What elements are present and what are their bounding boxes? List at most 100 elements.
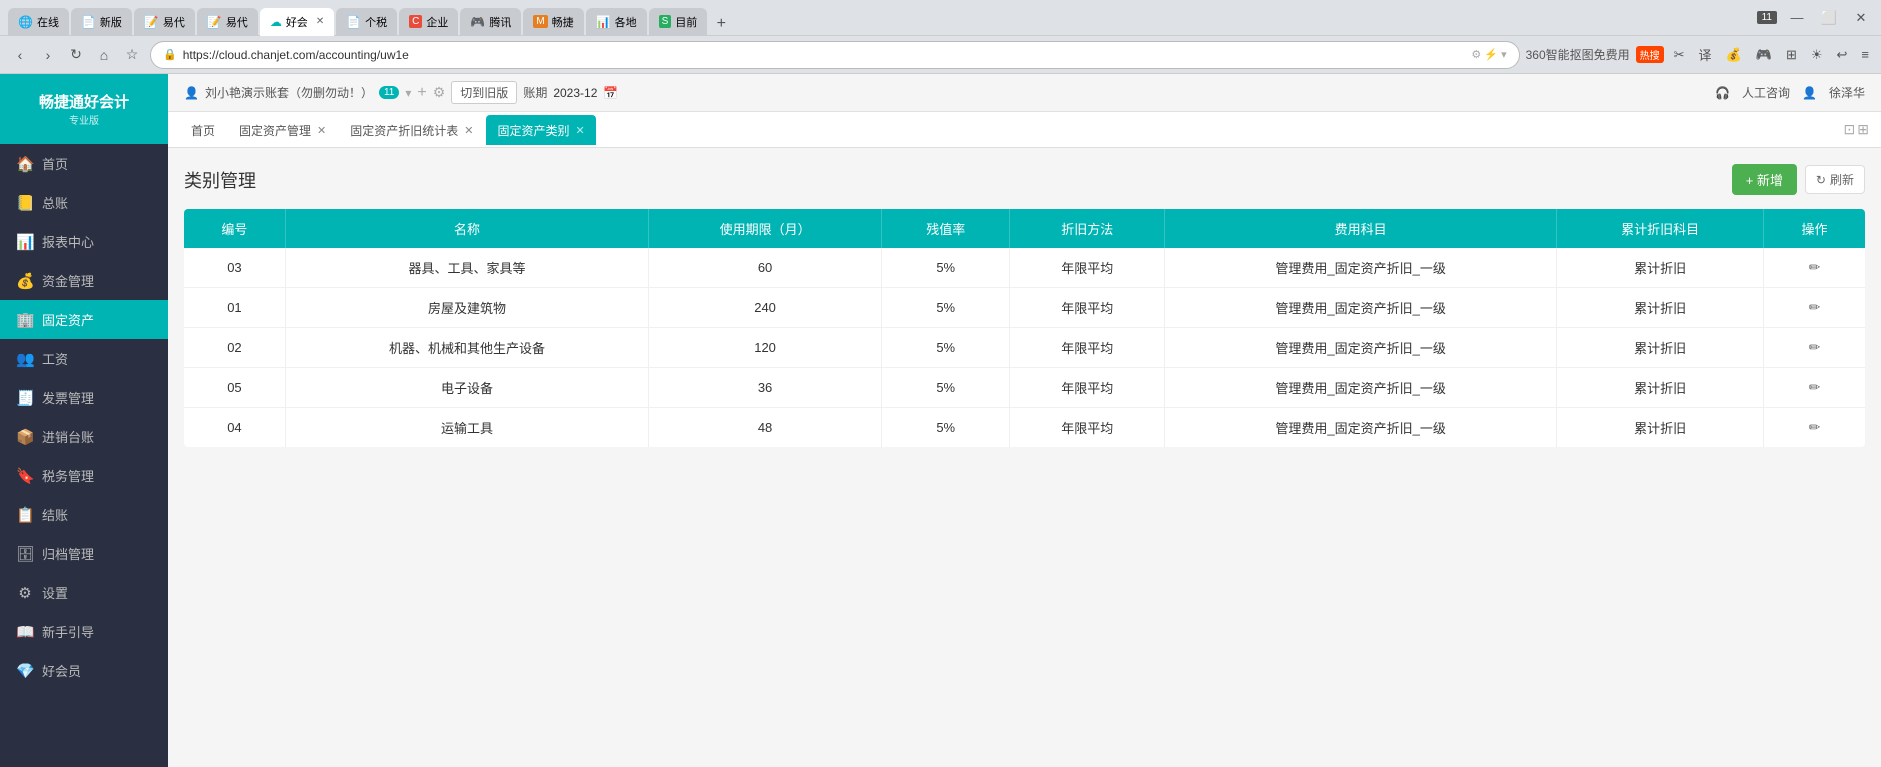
cell-method-1: 年限平均 [1010,288,1165,328]
lock-icon: 🔒 [163,48,177,61]
cell-period-4: 48 [649,408,882,448]
sidebar-item-inventory[interactable]: 📦 进销台账 [0,417,168,456]
badge-count: 11 [1757,11,1777,24]
add-category-button[interactable]: + 新增 [1732,164,1797,195]
browser-tab-0[interactable]: 🌐 在线 [8,8,69,36]
edit-icon-4[interactable]: ✏ [1809,419,1821,435]
browser-tab-10[interactable]: S 目前 [649,8,708,36]
table-body: 03 器具、工具、家具等 60 5% 年限平均 管理费用_固定资产折旧_一级 累… [184,248,1865,447]
address-bar[interactable]: 🔒 https://cloud.chanjet.com/accounting/u… [150,41,1520,69]
edit-icon-2[interactable]: ✏ [1809,339,1821,355]
cell-id-2: 02 [184,328,285,368]
cell-expense-1: 管理费用_固定资产折旧_一级 [1165,288,1557,328]
game-icon[interactable]: 🎮 [1752,45,1776,65]
tab-depreciation-stat[interactable]: 固定资产折旧统计表 ✕ [339,115,484,145]
cell-action-4: ✏ [1764,408,1865,448]
table-row: 04 运输工具 48 5% 年限平均 管理费用_固定资产折旧_一级 累计折旧 ✏ [184,408,1865,448]
browser-tab-4[interactable]: ☁ 好会 ✕ [260,8,334,36]
tab-close-4[interactable]: ✕ [316,16,324,27]
cell-method-4: 年限平均 [1010,408,1165,448]
browser-tab-5[interactable]: 📄 个税 [336,8,397,36]
sidebar-item-funds[interactable]: 💰 资金管理 [0,261,168,300]
sidebar-item-settings[interactable]: ⚙ 设置 [0,573,168,612]
tax-icon: 🔖 [16,467,34,485]
browser-tab-9[interactable]: 📊 各地 [586,8,647,36]
tab-shrink-icon[interactable]: ⊡ [1844,121,1856,138]
support-label[interactable]: 人工咨询 [1742,84,1790,101]
forward-button[interactable]: › [36,43,60,67]
tab-home[interactable]: 首页 [180,115,226,145]
browser-tab-3[interactable]: 📝 易代 [197,8,258,36]
col-header-name: 名称 [285,209,648,248]
sidebar-item-home[interactable]: 🏠 首页 [0,144,168,183]
user-info: 👤 刘小艳演示账套（勿删勿动！） 11 ▾ + ⚙ 切到旧版 账期 2023-1… [184,81,1703,104]
settings-gear-icon[interactable]: ⚙ [433,84,446,101]
sidebar-item-reports[interactable]: 📊 报表中心 [0,222,168,261]
cell-accum-1: 累计折旧 [1557,288,1764,328]
cell-action-1: ✏ [1764,288,1865,328]
undo-icon[interactable]: ↩ [1833,45,1852,65]
tab-asset-category[interactable]: 固定资产类别 ✕ [486,115,595,145]
sidebar-nav: 🏠 首页 📒 总账 📊 报表中心 💰 资金管理 🏢 固定资产 👥 工资 [0,144,168,767]
sidebar-item-closing[interactable]: 📋 结账 [0,495,168,534]
cell-action-3: ✏ [1764,368,1865,408]
calendar-icon[interactable]: 📅 [603,86,618,100]
browser-tab-6[interactable]: C 企业 [399,8,458,36]
sidebar-item-tax[interactable]: 🔖 税务管理 [0,456,168,495]
sidebar-item-invoices[interactable]: 🧾 发票管理 [0,378,168,417]
browser-tab-8[interactable]: M 畅捷 [523,8,583,36]
edit-icon-1[interactable]: ✏ [1809,299,1821,315]
sidebar-item-fixed-assets[interactable]: 🏢 固定资产 [0,300,168,339]
cell-method-0: 年限平均 [1010,248,1165,288]
edit-icon-3[interactable]: ✏ [1809,379,1821,395]
refresh-button[interactable]: ↻ 刷新 [1805,165,1865,194]
sidebar-item-tutorial[interactable]: 📖 新手引导 [0,612,168,651]
bookmark-button[interactable]: ☆ [120,43,144,67]
address-tools-icon: ⚙ ⚡ ▾ [1471,48,1506,61]
browser-tab-1[interactable]: 📄 新版 [71,8,132,36]
membership-icon: 💎 [16,662,34,680]
tab-close-asset-category[interactable]: ✕ [576,124,585,137]
menu-icon[interactable]: ≡ [1857,45,1873,64]
tab-close-depreciation-stat[interactable]: ✕ [464,124,473,137]
cell-id-3: 05 [184,368,285,408]
sidebar-item-ledger[interactable]: 📒 总账 [0,183,168,222]
cell-rate-3: 5% [881,368,1009,408]
sidebar-item-archive[interactable]: 🗄 归档管理 [0,534,168,573]
logo-title: 畅捷通好会计 [39,91,129,112]
scissors-icon[interactable]: ✂ [1670,45,1689,65]
col-header-id: 编号 [184,209,285,248]
sidebar-item-membership[interactable]: 💎 好会员 [0,651,168,690]
translate-icon[interactable]: 译 [1695,43,1716,66]
tab-close-fixed-asset-mgmt[interactable]: ✕ [317,124,326,137]
browser-window-controls: 11 — ⬜ ✕ [1757,0,1873,36]
user-name: 刘小艳演示账套（勿删勿动！） [205,84,373,101]
home-button[interactable]: ⌂ [92,43,116,67]
cell-action-2: ✏ [1764,328,1865,368]
back-button[interactable]: ‹ [8,43,32,67]
cell-expense-4: 管理费用_固定资产折旧_一级 [1165,408,1557,448]
minimize-button[interactable]: — [1785,6,1809,30]
sidebar-item-salary[interactable]: 👥 工资 [0,339,168,378]
edit-icon-0[interactable]: ✏ [1809,259,1821,275]
hot-badge: 热搜 [1636,46,1664,63]
period-label: 账期 [523,84,547,101]
new-tab-button[interactable]: + [709,12,733,36]
browser-tab-2[interactable]: 📝 易代 [134,8,195,36]
tab-expand-icon[interactable]: ⊞ [1857,121,1869,138]
settings-icon: ⚙ [16,584,34,602]
user-avatar-icon: 👤 [184,86,199,100]
logo-sub: 专业版 [69,112,99,127]
brightness-icon[interactable]: ☀ [1807,45,1827,65]
maximize-button[interactable]: ⬜ [1817,6,1841,30]
grid-icon[interactable]: ⊞ [1782,45,1801,65]
reload-button[interactable]: ↻ [64,43,88,67]
coin-icon[interactable]: 💰 [1722,45,1746,65]
close-window-button[interactable]: ✕ [1849,6,1873,30]
browser-tab-7[interactable]: 🎮 腾讯 [460,8,521,36]
user-dropdown-icon[interactable]: ▾ [405,86,411,100]
support-icon: 🎧 [1715,86,1730,100]
switch-version-button[interactable]: 切到旧版 [451,81,517,104]
add-button[interactable]: + [417,84,426,102]
tab-fixed-asset-mgmt[interactable]: 固定资产管理 ✕ [228,115,337,145]
